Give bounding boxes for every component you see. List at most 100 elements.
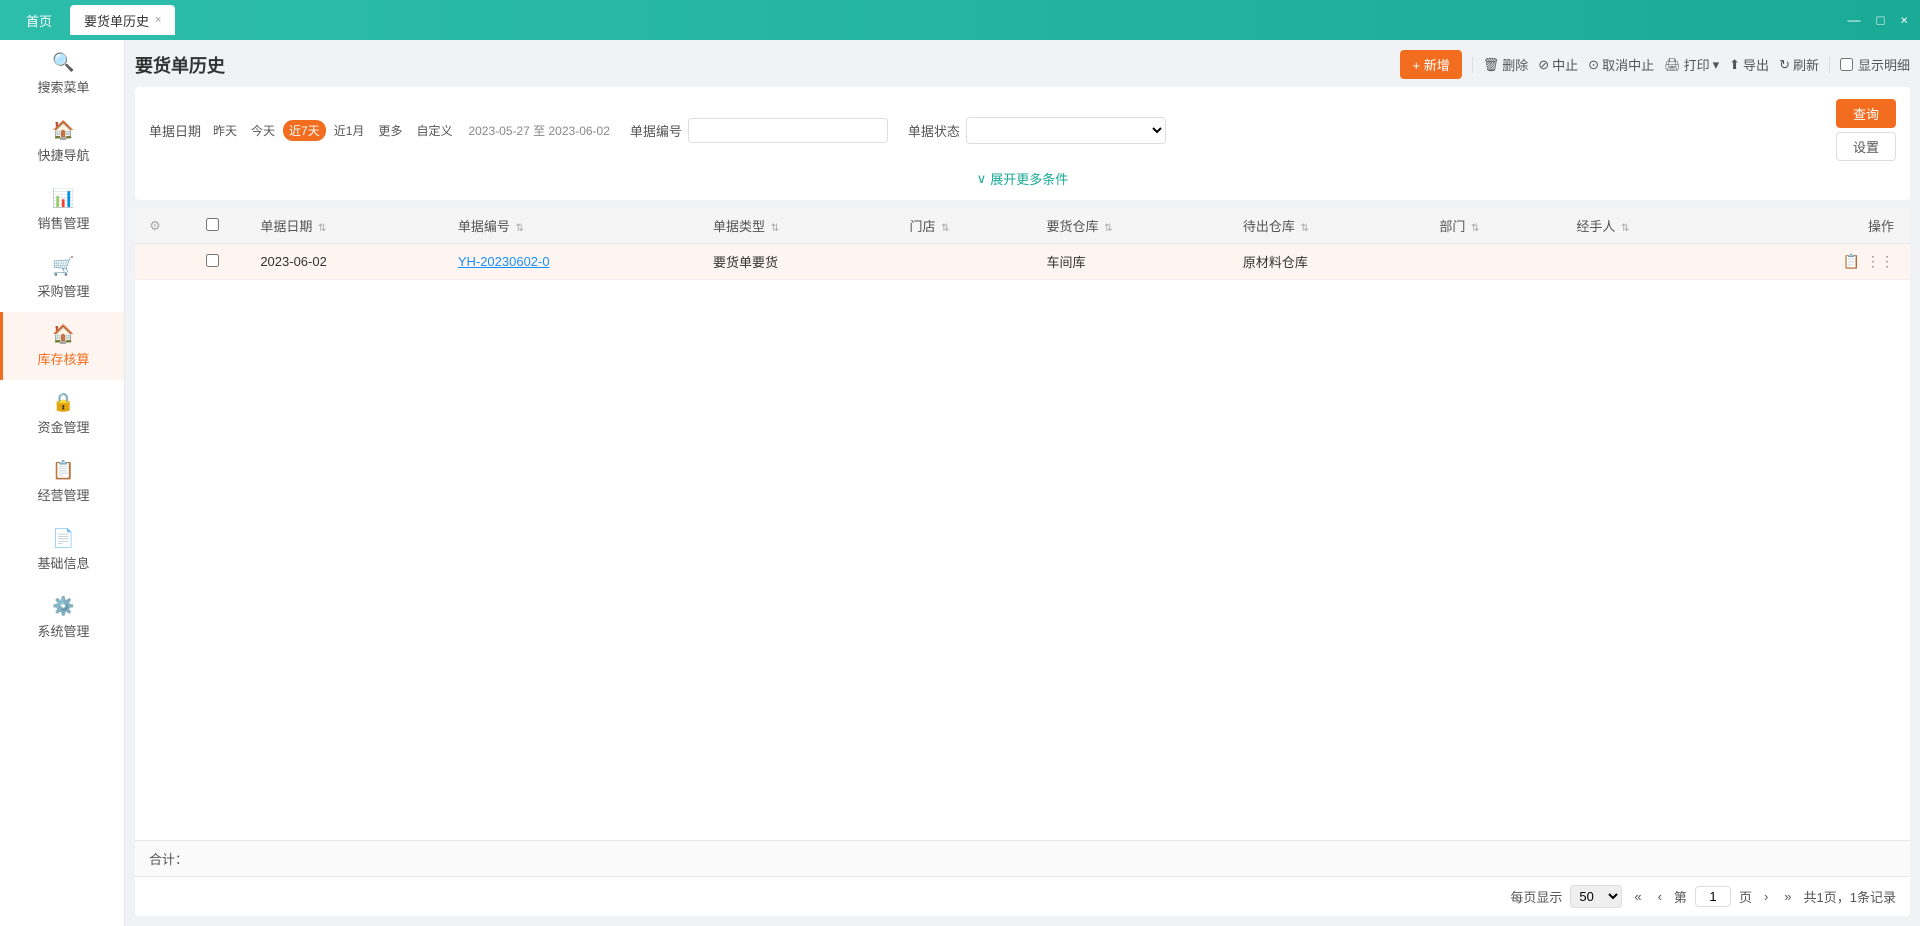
row-docdate-cell: 2023-06-02 [250,244,447,280]
docstatus-label: 单据状态 [908,121,960,140]
close-tab-icon[interactable]: × [155,14,161,26]
sort-doctype-icon[interactable]: ⇅ [771,223,779,234]
delete-label: 删除 [1502,55,1528,74]
last-page-button[interactable]: » [1780,887,1795,906]
page-title: 要货单历史 [135,52,225,78]
new-button[interactable]: + 新增 [1400,50,1461,79]
sidebar-item-system[interactable]: ⚙️ 系统管理 [0,584,124,652]
display-detail-checkbox[interactable] [1840,58,1853,71]
filter-row-1: 单据日期 昨天 今天 近7天 近1月 更多 自定义 2023-05-27 至 2… [149,99,1896,161]
sidebar-item-operation[interactable]: 📋 经营管理 [0,448,124,516]
row-settings-cell [135,244,175,280]
row-docno-cell: YH-20230602-0 [448,244,703,280]
sidebar-item-purchase-label: 采购管理 [37,281,89,300]
docstatus-select[interactable] [966,117,1166,144]
col-docno: 单据编号 ⇅ [448,208,703,244]
main-layout: 🔍 搜索菜单 🏠 快捷导航 📊 销售管理 🛒 采购管理 🏠 库存核算 🔒 资金管… [0,40,1920,926]
sidebar-item-system-label: 系统管理 [37,621,89,640]
date-options: 昨天 今天 近7天 近1月 更多 自定义 [207,120,458,141]
sidebar-item-search[interactable]: 🔍 搜索菜单 [0,40,124,108]
cancel-stop-button[interactable]: ⊙ 取消中止 [1588,55,1654,74]
sidebar-item-finance[interactable]: 🔒 资金管理 [0,380,124,448]
cancel-stop-label: 取消中止 [1602,55,1654,74]
footer-label: 合计： [149,852,188,867]
export-button[interactable]: ⬆ 导出 [1729,55,1769,74]
top-bar: 首页 要货单历史 × — □ × [0,0,1920,40]
delete-button[interactable]: 🗑 删除 [1483,55,1529,74]
expand-chevron-icon: ∨ [977,171,987,187]
expand-more[interactable]: ∨ 展开更多条件 [149,169,1896,188]
sort-store-icon[interactable]: ⇅ [941,223,949,234]
date-opt-yesterday[interactable]: 昨天 [207,120,243,141]
refresh-button[interactable]: ↻ 刷新 [1779,55,1819,74]
sort-pendingwarehouse-icon[interactable]: ⇅ [1301,223,1309,234]
display-detail-toggle[interactable]: 显示明细 [1840,55,1910,74]
export-label: 导出 [1743,55,1769,74]
next-page-button[interactable]: › [1760,887,1772,906]
date-opt-custom[interactable]: 自定义 [410,120,458,141]
refresh-label: 刷新 [1793,55,1819,74]
export-icon: ⬆ [1729,57,1740,73]
col-dept: 部门 ⇅ [1429,208,1566,244]
close-window-icon[interactable]: × [1900,13,1908,28]
sort-reqwarehouse-icon[interactable]: ⇅ [1104,223,1112,234]
first-page-button[interactable]: « [1630,887,1645,906]
row-pendingwarehouse-cell: 原材料仓库 [1233,244,1429,280]
filter-actions: 查询 设置 [1836,99,1896,161]
sidebar-item-inventory[interactable]: 🏠 库存核算 [0,312,124,380]
window-controls: — □ × [1848,13,1908,28]
print-button[interactable]: 🖨 打印 ▾ [1664,55,1719,74]
setting-button[interactable]: 设置 [1836,132,1896,161]
tab-history[interactable]: 要货单历史 × [70,5,175,35]
data-table: ⚙ 单据日期 ⇅ 单据编号 ⇅ [135,208,1910,280]
tab-home[interactable]: 首页 [12,5,66,35]
system-icon: ⚙️ [52,596,74,617]
date-opt-7days[interactable]: 近7天 [283,120,326,141]
sort-docno-icon[interactable]: ⇅ [515,223,523,234]
table-footer: 合计： [135,840,1910,876]
toolbar: + 新增 🗑 删除 ⊘ 中止 ⊙ 取消中止 🖨 打印 ▾ [1400,50,1910,79]
col-pendingwarehouse: 待出仓库 ⇅ [1233,208,1429,244]
expand-more-label: 展开更多条件 [990,169,1068,188]
prev-page-button[interactable]: ‹ [1654,887,1666,906]
sort-docdate-icon[interactable]: ⇅ [318,223,326,234]
edit-icon[interactable]: 📋 [1843,253,1860,270]
row-handler-cell [1566,244,1733,280]
docno-input[interactable] [688,118,888,143]
sidebar-item-sales[interactable]: 📊 销售管理 [0,176,124,244]
date-opt-1month[interactable]: 近1月 [328,120,371,141]
sidebar-item-basic-label: 基础信息 [37,553,89,572]
filter-area: 单据日期 昨天 今天 近7天 近1月 更多 自定义 2023-05-27 至 2… [135,87,1910,200]
table-row: 2023-06-02 YH-20230602-0 要货单要货 车间库 原材料仓库 [135,244,1910,280]
select-all-checkbox[interactable] [206,218,219,231]
sidebar-item-quicknav[interactable]: 🏠 快捷导航 [0,108,124,176]
sidebar-item-inventory-label: 库存核算 [37,349,89,368]
stop-button[interactable]: ⊘ 中止 [1538,55,1578,74]
minimize-icon[interactable]: — [1848,13,1861,28]
date-filter: 单据日期 昨天 今天 近7天 近1月 更多 自定义 2023-05-27 至 2… [149,120,610,141]
page-number-input[interactable] [1695,886,1731,907]
row-docno-link[interactable]: YH-20230602-0 [458,254,550,269]
sidebar-item-basic[interactable]: 📄 基础信息 [0,516,124,584]
cancel-stop-icon: ⊙ [1588,57,1599,73]
sidebar-item-operation-label: 经营管理 [37,485,89,504]
more-icon[interactable]: ⋮⋮ [1866,253,1894,270]
sidebar-item-quicknav-label: 快捷导航 [37,145,89,164]
row-checkbox[interactable] [206,254,219,267]
sidebar-item-purchase[interactable]: 🛒 采购管理 [0,244,124,312]
date-opt-today[interactable]: 今天 [245,120,281,141]
sort-dept-icon[interactable]: ⇅ [1471,223,1479,234]
table-wrap: ⚙ 单据日期 ⇅ 单据编号 ⇅ [135,208,1910,916]
print-dropdown-icon: ▾ [1713,57,1720,73]
col-settings[interactable]: ⚙ [135,208,175,244]
query-button[interactable]: 查询 [1836,99,1896,128]
row-checkbox-cell [175,244,250,280]
sidebar-item-sales-label: 销售管理 [37,213,89,232]
maximize-icon[interactable]: □ [1877,13,1885,28]
page-size-select[interactable]: 20 50 100 200 [1570,885,1622,908]
row-ops-icons: 📋 ⋮⋮ [1743,253,1894,270]
date-opt-more[interactable]: 更多 [372,120,408,141]
docno-filter: 单据编号 [630,118,888,143]
total-info: 共1页，1条记录 [1804,887,1896,906]
sort-handler-icon[interactable]: ⇅ [1621,223,1629,234]
